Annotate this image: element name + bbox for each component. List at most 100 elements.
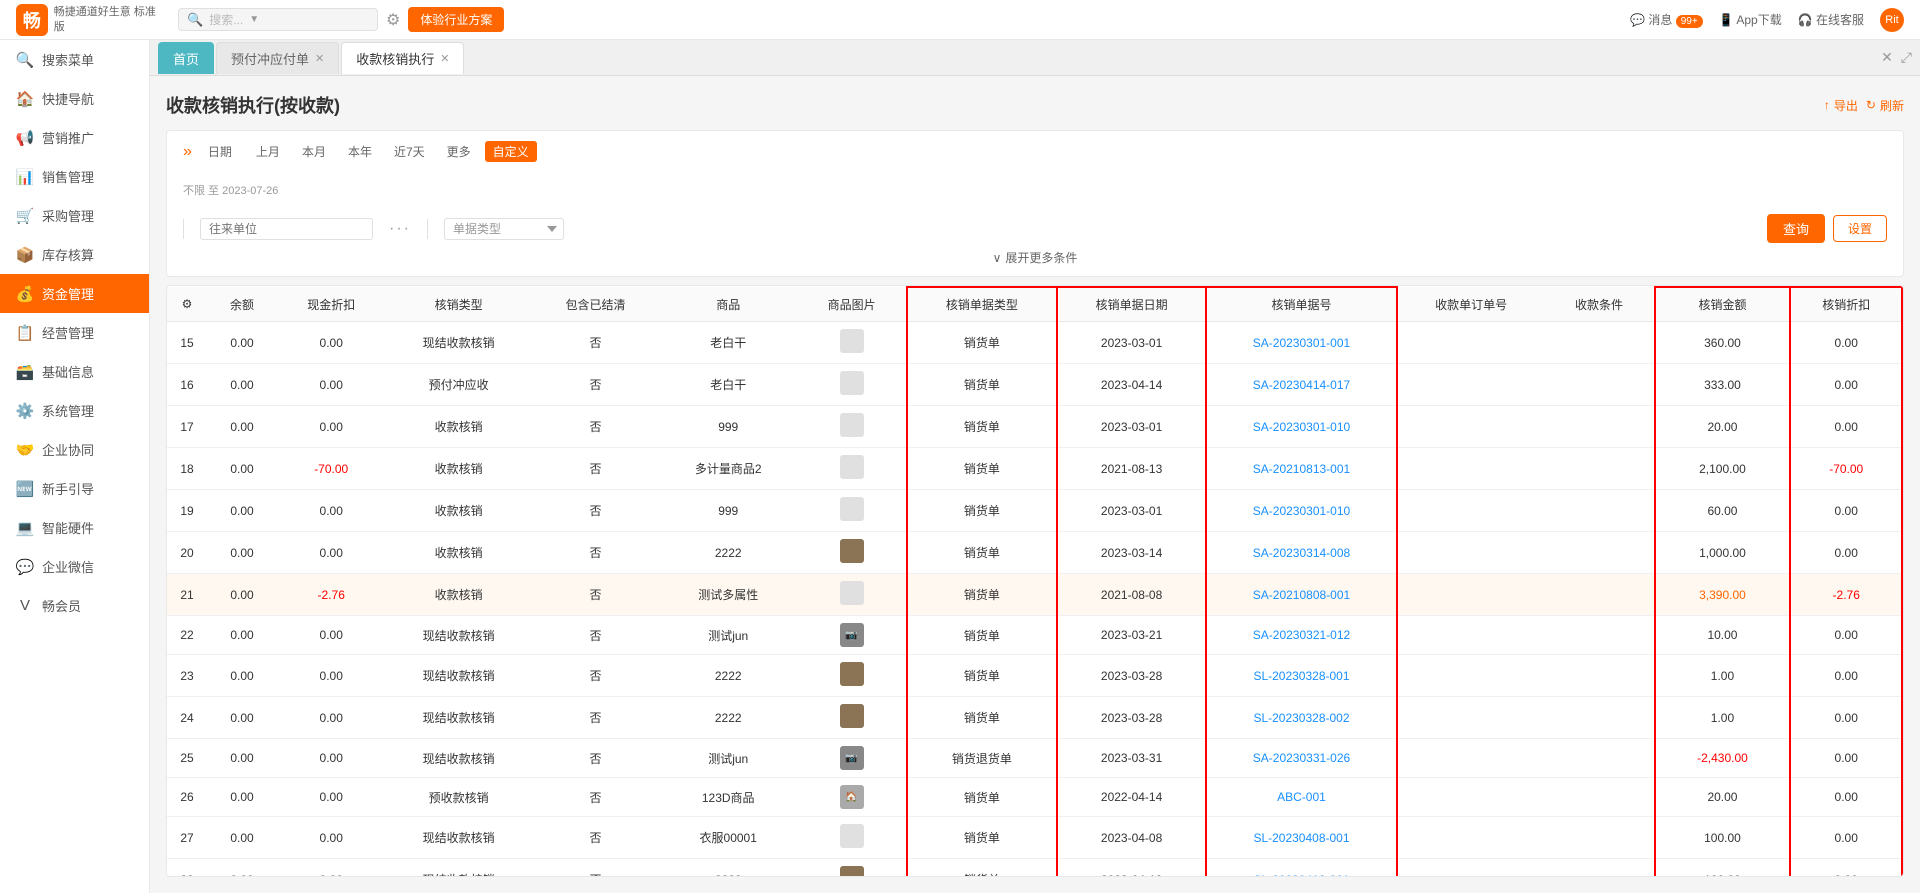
- notification-area[interactable]: 💬 消息 99+: [1630, 11, 1703, 28]
- tab-window-actions: ✕ ⤢: [1881, 49, 1912, 66]
- member-icon: V: [16, 597, 34, 615]
- tab-collection[interactable]: 收款核销执行 ✕: [341, 42, 464, 74]
- custom-date-btn[interactable]: 自定义: [485, 141, 537, 162]
- refresh-button[interactable]: ↻ 刷新: [1866, 97, 1904, 114]
- voucher-no-link[interactable]: SL-20230408-001: [1253, 831, 1349, 845]
- logo-icon: 畅: [16, 4, 48, 36]
- voucher-no-link[interactable]: SA-20230301-010: [1253, 420, 1350, 434]
- settings-button[interactable]: 设置: [1833, 215, 1887, 242]
- page-actions: ↑ 导出 ↻ 刷新: [1824, 97, 1904, 114]
- export-icon: ↑: [1824, 98, 1830, 112]
- expand-conditions-button[interactable]: ∨ 展开更多条件: [993, 249, 1078, 266]
- sidebar-item-system[interactable]: ⚙️ 系统管理: [0, 391, 149, 430]
- voucher-no-link[interactable]: SL-20230418-001: [1253, 873, 1349, 878]
- sidebar-item-member[interactable]: V 畅会员: [0, 586, 149, 625]
- discount-cell: -2.76: [1790, 574, 1902, 616]
- voucher-no-link[interactable]: SA-20230314-008: [1253, 546, 1350, 560]
- sidebar-item-nav[interactable]: 🏠 快捷导航: [0, 79, 149, 118]
- sidebar-item-business[interactable]: 📋 经营管理: [0, 313, 149, 352]
- sidebar-item-search[interactable]: 🔍 搜索菜单: [0, 40, 149, 79]
- goods-cell: 2222: [659, 655, 797, 697]
- sidebar-item-label: 畅会员: [42, 596, 81, 615]
- goods-cell: 测试多属性: [659, 574, 797, 616]
- tab-prepay-close[interactable]: ✕: [315, 52, 324, 65]
- discount-cell: 0.00: [1790, 490, 1902, 532]
- row-number: 24: [167, 697, 207, 739]
- receipt-cond-cell: [1545, 778, 1655, 817]
- voucher-type-cell: 销货单: [907, 574, 1057, 616]
- sidebar-item-label: 经营管理: [42, 323, 94, 342]
- more-date-btn[interactable]: 更多: [439, 141, 479, 162]
- tab-collection-close[interactable]: ✕: [440, 52, 449, 65]
- sidebar-item-label: 智能硬件: [42, 518, 94, 537]
- marketing-icon: 📢: [16, 129, 34, 147]
- purchase-icon: 🛒: [16, 207, 34, 225]
- maximize-window-button[interactable]: ⤢: [1901, 49, 1912, 66]
- avatar[interactable]: Rit: [1880, 8, 1904, 32]
- balance-cell: 0.00: [207, 778, 277, 817]
- cash-discount-cell: 0.00: [277, 364, 385, 406]
- voucher-no-cell: SA-20230301-001: [1206, 322, 1396, 364]
- sidebar-item-base[interactable]: 🗃️ 基础信息: [0, 352, 149, 391]
- voucher-no-link[interactable]: SA-20210808-001: [1253, 588, 1350, 602]
- tab-home[interactable]: 首页: [158, 42, 214, 74]
- voucher-type-cell: 销货单: [907, 616, 1057, 655]
- app-download-link[interactable]: 📱 App下载: [1719, 11, 1782, 28]
- voucher-no-link[interactable]: SA-20210813-001: [1253, 462, 1350, 476]
- goods-img-cell: 🏠: [797, 778, 907, 817]
- sidebar-item-wechat[interactable]: 💬 企业微信: [0, 547, 149, 586]
- cash-discount-cell: 0.00: [277, 817, 385, 859]
- date-filter: 上月 本月 本年 近7天 更多 自定义: [248, 141, 537, 162]
- filter-collapse-btn[interactable]: »: [183, 143, 192, 161]
- industry-solution-button[interactable]: 体验行业方案: [408, 7, 504, 32]
- logo-text: 畅捷通道好生意 标准版: [54, 5, 166, 34]
- goods-cell: 999: [659, 490, 797, 532]
- goods-cell: 衣服00001: [659, 817, 797, 859]
- type-cell: 收款核销: [385, 448, 531, 490]
- voucher-no-link[interactable]: SA-20230331-026: [1253, 751, 1350, 765]
- collab-icon: 🤝: [16, 441, 34, 459]
- voucher-no-link[interactable]: SA-20230321-012: [1253, 628, 1350, 642]
- receipt-order-no-cell: [1397, 406, 1545, 448]
- sidebar-item-sales[interactable]: 📊 销售管理: [0, 157, 149, 196]
- goods-img-cell: [797, 406, 907, 448]
- sidebar-item-purchase[interactable]: 🛒 采购管理: [0, 196, 149, 235]
- last-7-days-btn[interactable]: 近7天: [386, 141, 433, 162]
- sidebar-item-marketing[interactable]: 📢 营销推广: [0, 118, 149, 157]
- voucher-date-cell: 2023-03-28: [1057, 697, 1207, 739]
- query-button[interactable]: 查询: [1767, 214, 1825, 243]
- online-service-link[interactable]: 🎧 在线客服: [1798, 11, 1864, 28]
- sidebar-item-hardware[interactable]: 💻 智能硬件: [0, 508, 149, 547]
- voucher-no-link[interactable]: SL-20230328-002: [1253, 711, 1349, 725]
- sidebar-item-guide[interactable]: 🆕 新手引导: [0, 469, 149, 508]
- goods-cell: 2222: [659, 532, 797, 574]
- export-button[interactable]: ↑ 导出: [1824, 97, 1858, 114]
- cash-discount-cell: 0.00: [277, 739, 385, 778]
- row-number: 27: [167, 817, 207, 859]
- partner-input[interactable]: [200, 218, 373, 240]
- voucher-no-link[interactable]: SA-20230301-010: [1253, 504, 1350, 518]
- row-number: 25: [167, 739, 207, 778]
- voucher-type-select[interactable]: 单据类型: [444, 218, 564, 240]
- tab-prepay[interactable]: 预付冲应付单 ✕: [216, 42, 339, 74]
- gear-icon[interactable]: ⚙: [386, 10, 400, 30]
- search-bar[interactable]: 🔍 搜索... ▼: [178, 8, 378, 31]
- sidebar-item-collab[interactable]: 🤝 企业协同: [0, 430, 149, 469]
- goods-cell: 老白干: [659, 364, 797, 406]
- this-month-btn[interactable]: 本月: [294, 141, 334, 162]
- voucher-no-link[interactable]: SA-20230301-001: [1253, 336, 1350, 350]
- last-month-btn[interactable]: 上月: [248, 141, 288, 162]
- voucher-no-link[interactable]: SA-20230414-017: [1253, 378, 1350, 392]
- voucher-no-link[interactable]: ABC-001: [1277, 790, 1326, 804]
- top-bar-right: 💬 消息 99+ 📱 App下载 🎧 在线客服 Rit: [1630, 8, 1904, 32]
- guide-icon: 🆕: [16, 480, 34, 498]
- voucher-no-link[interactable]: SL-20230328-001: [1253, 669, 1349, 683]
- this-year-btn[interactable]: 本年: [340, 141, 380, 162]
- goods-cell: 老白干: [659, 322, 797, 364]
- partner-dots[interactable]: ···: [389, 220, 411, 238]
- sidebar-item-finance[interactable]: 💰 资金管理: [0, 274, 149, 313]
- discount-cell: 0.00: [1790, 817, 1902, 859]
- type-cell: 现结收款核销: [385, 739, 531, 778]
- close-window-button[interactable]: ✕: [1881, 49, 1893, 66]
- sidebar-item-inventory[interactable]: 📦 库存核算: [0, 235, 149, 274]
